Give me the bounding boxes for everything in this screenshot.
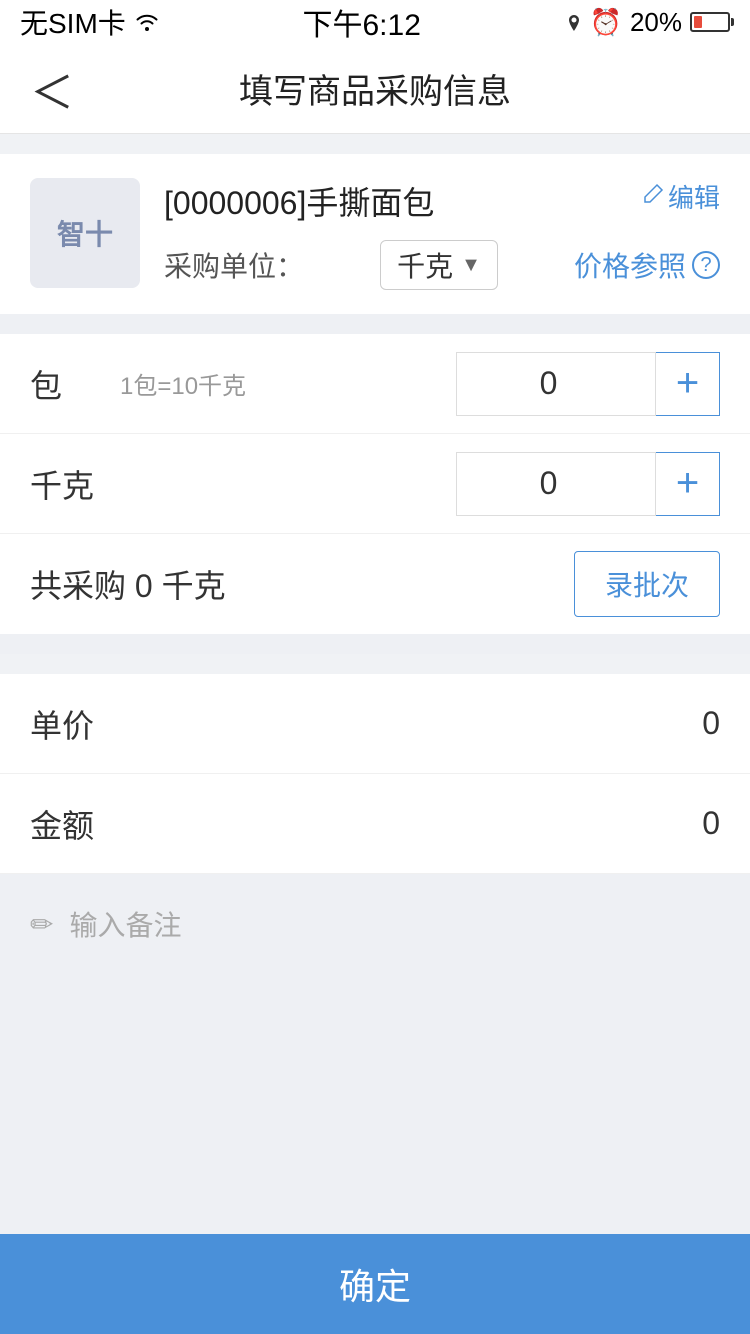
unit-label: 采购单位： [164, 245, 304, 285]
product-info: [0000006]手撕面包 编辑 采购单位： 千克 ▼ 价格参照 ? [164, 178, 720, 290]
pencil-icon: ✏ [30, 908, 53, 941]
bag-plus-button[interactable]: + [656, 352, 720, 416]
bag-input-control: + [456, 352, 720, 416]
remark-placeholder: 输入备注 [69, 904, 181, 944]
product-name-row: [0000006]手撕面包 编辑 [164, 178, 720, 224]
remark-section[interactable]: ✏ 输入备注 [0, 874, 750, 974]
bag-sublabel: 1包=10千克 [120, 366, 456, 401]
unit-price-row: 单价 0 [0, 674, 750, 774]
price-section: 单价 0 金额 0 [0, 674, 750, 874]
status-left: 无SIM卡 [20, 2, 158, 42]
kg-label: 千克 [30, 461, 110, 507]
product-card: 智十 [0000006]手撕面包 编辑 采购单位： 千克 ▼ 价格 [0, 154, 750, 314]
alarm-icon: ⏰ [590, 7, 622, 38]
input-section: 包 1包=10千克 + 千克 + [0, 334, 750, 534]
edit-label: 编辑 [668, 178, 720, 215]
edit-icon [642, 181, 664, 212]
edit-button[interactable]: 编辑 [642, 178, 720, 215]
unit-price-label: 单价 [30, 701, 94, 747]
summary-text: 共采购 0 千克 [30, 561, 226, 607]
unit-value: 千克 [397, 245, 453, 285]
product-thumbnail: 智十 [30, 178, 140, 288]
confirm-label: 确定 [339, 1258, 411, 1310]
kg-plus-button[interactable]: + [656, 452, 720, 516]
divider-2 [0, 634, 750, 654]
price-ref-button[interactable]: 价格参照 ? [574, 245, 720, 285]
kg-quantity-input[interactable] [456, 452, 656, 516]
summary-row: 共采购 0 千克 录批次 [0, 534, 750, 634]
bag-label: 包 [30, 361, 110, 407]
status-bar: 无SIM卡 下午6:12 ⏰ 20% [0, 0, 750, 44]
amount-label: 金额 [30, 801, 94, 847]
battery-icon [690, 12, 730, 32]
status-time: 下午6:12 [302, 0, 420, 44]
product-name: [0000006]手撕面包 [164, 178, 434, 224]
kg-input-row: 千克 + [0, 434, 750, 534]
nav-bar: ＜ 填写商品采购信息 [0, 44, 750, 134]
amount-row: 金额 0 [0, 774, 750, 874]
status-right: ⏰ 20% [566, 7, 730, 38]
battery-text: 20% [630, 7, 682, 38]
plus-icon-kg: + [676, 461, 699, 506]
bag-input-row: 包 1包=10千克 + [0, 334, 750, 434]
divider-1 [0, 314, 750, 334]
info-icon: ? [692, 251, 720, 279]
bag-quantity-input[interactable] [456, 352, 656, 416]
empty-space [0, 974, 750, 1234]
unit-selector[interactable]: 千克 ▼ [380, 240, 498, 290]
amount-value: 0 [702, 805, 720, 842]
confirm-button[interactable]: 确定 [0, 1234, 750, 1334]
price-ref-label: 价格参照 [574, 245, 686, 285]
page-title: 填写商品采购信息 [239, 64, 511, 113]
location-icon [566, 7, 582, 38]
record-batch-button[interactable]: 录批次 [574, 551, 720, 617]
wifi-icon [136, 6, 158, 38]
unit-row: 采购单位： 千克 ▼ 价格参照 ? [164, 240, 720, 290]
chevron-down-icon: ▼ [461, 254, 481, 277]
back-button[interactable]: ＜ [20, 47, 84, 131]
plus-icon: + [676, 361, 699, 406]
back-icon: ＜ [30, 69, 74, 118]
kg-input-control: + [456, 452, 720, 516]
unit-price-value: 0 [702, 705, 720, 742]
product-thumb-text: 智十 [57, 213, 113, 253]
signal-text: 无SIM卡 [20, 2, 126, 42]
